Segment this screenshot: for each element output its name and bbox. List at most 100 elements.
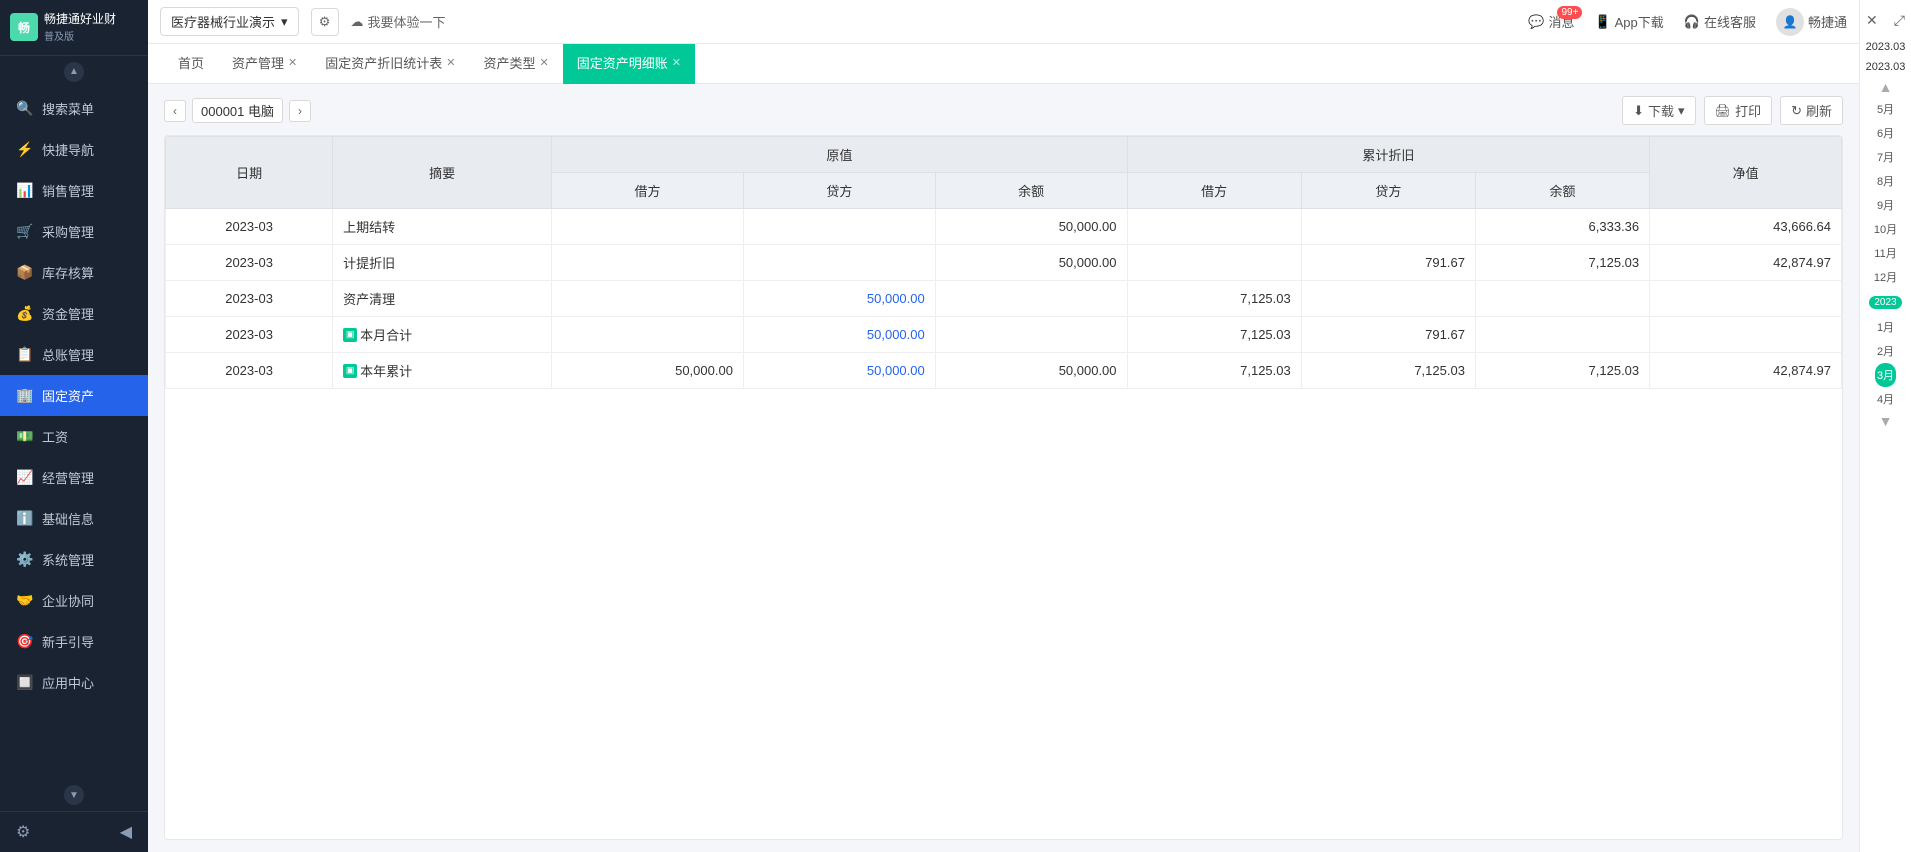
month-scroll-down-icon[interactable]: ▼ <box>1875 409 1897 433</box>
sidebar-item-payroll[interactable]: 💵 工资 <box>0 416 148 457</box>
sidebar-item-ledger[interactable]: 📋 总账管理 <box>0 334 148 375</box>
next-asset-button[interactable]: › <box>289 100 311 122</box>
project-name: 医疗器械行业演示 <box>171 12 275 31</box>
ledger-icon: 📋 <box>16 346 34 363</box>
download-button[interactable]: ⬇ 下载 ▾ <box>1622 96 1695 125</box>
sidebar-item-finance[interactable]: 💰 资金管理 <box>0 293 148 334</box>
next-icon: › <box>298 104 302 118</box>
system-icon: ⚙️ <box>16 551 34 568</box>
asset-code-display: 000001 电脑 <box>192 98 283 123</box>
messages-button[interactable]: 💬 消息 99+ <box>1528 12 1574 31</box>
experience-button[interactable]: ☁ 我要体验一下 <box>351 12 446 31</box>
tab-asset-type[interactable]: 资产类型 ✕ <box>469 44 562 84</box>
month-item[interactable]: 7月 <box>1872 145 1899 169</box>
user-profile-button[interactable]: 👤 畅捷通 <box>1776 8 1847 36</box>
topbar-settings-button[interactable]: ⚙ <box>311 8 339 36</box>
settings-bottom-icon[interactable]: ⚙ <box>16 822 30 842</box>
sidebar-item-guide[interactable]: 🎯 新手引导 <box>0 621 148 662</box>
sidebar-item-purchase[interactable]: 🛒 采购管理 <box>0 211 148 252</box>
sidebar-item-basic-info[interactable]: ℹ️ 基础信息 <box>0 498 148 539</box>
prev-asset-button[interactable]: ‹ <box>164 100 186 122</box>
refresh-button[interactable]: ↻ 刷新 <box>1780 96 1843 125</box>
guide-icon: 🎯 <box>16 633 34 650</box>
month-item[interactable]: 1月 <box>1875 315 1896 339</box>
month-item[interactable]: 12月 <box>1872 265 1899 289</box>
month-item[interactable]: 8月 <box>1872 169 1899 193</box>
collab-icon: 🤝 <box>16 592 34 609</box>
app-download-button[interactable]: 📱 App下载 <box>1594 12 1663 31</box>
tabs-bar: 首页 资产管理 ✕ 固定资产折旧统计表 ✕ 资产类型 ✕ 固定资产明细账 ✕ <box>148 44 1859 84</box>
logo-text: 畅捷通好业财 普及版 <box>44 12 116 43</box>
collapse-sidebar-icon[interactable]: ◀ <box>120 822 132 842</box>
month-item[interactable]: 5月 <box>1872 97 1899 121</box>
sidebar-item-system[interactable]: ⚙️ 系统管理 <box>0 539 148 580</box>
close-tab-asset-mgmt-icon[interactable]: ✕ <box>288 56 297 69</box>
data-table: 日期 摘要 原值 累计折旧 净值 借方 贷方 余额 借方 贷方 余额 <box>164 135 1843 840</box>
content-area: ‹ 000001 电脑 › ⬇ 下载 ▾ 🖨 打印 ↻ <box>148 84 1859 852</box>
months-upper-list: 5月6月7月8月9月10月11月12月 <box>1872 97 1899 289</box>
sidebar-nav: 🔍 搜索菜单 ⚡ 快捷导航 📊 销售管理 🛒 采购管理 📦 库存核算 💰 资金管… <box>0 88 148 779</box>
tag-green-icon: ▣ <box>343 328 357 342</box>
col-sub-orig-debit: 借方 <box>552 173 744 209</box>
tab-asset-detail[interactable]: 固定资产明细账 ✕ <box>563 44 695 84</box>
close-panel-icon[interactable]: ✕ <box>1866 12 1878 29</box>
operations-icon: 📈 <box>16 469 34 486</box>
year-badge[interactable]: 2023 <box>1869 296 1901 309</box>
month-scroll-up-icon[interactable]: ▲ <box>1875 75 1897 99</box>
sidebar-scroll-up[interactable]: ▲ <box>64 62 84 82</box>
sidebar-scroll-down[interactable]: ▼ <box>64 785 84 805</box>
month-item[interactable]: 3月 <box>1875 363 1896 387</box>
sidebar-item-collab[interactable]: 🤝 企业协同 <box>0 580 148 621</box>
print-button[interactable]: 🖨 打印 <box>1704 96 1773 125</box>
month-item[interactable]: 6月 <box>1872 121 1899 145</box>
sidebar-item-operations[interactable]: 📈 经营管理 <box>0 457 148 498</box>
search-icon: 🔍 <box>16 100 34 117</box>
dropdown-arrow-icon: ▾ <box>281 14 288 30</box>
col-sub-accum-debit: 借方 <box>1127 173 1301 209</box>
col-sub-orig-credit: 贷方 <box>743 173 935 209</box>
dropdown-arrow-icon: ▾ <box>1678 103 1685 119</box>
basic-info-icon: ℹ️ <box>16 510 34 527</box>
year-period-label[interactable]: 2023.03 <box>1864 37 1908 57</box>
close-tab-depreciation-icon[interactable]: ✕ <box>446 56 455 69</box>
year-period-label2[interactable]: 2023.03 <box>1864 57 1908 77</box>
expand-panel-icon[interactable]: ⤢ <box>1894 12 1905 29</box>
row-tag: ▣ 本年累计 <box>343 361 412 380</box>
message-icon: 💬 <box>1528 14 1544 30</box>
col-sub-accum-credit: 贷方 <box>1301 173 1475 209</box>
col-header-summary: 摘要 <box>333 137 552 209</box>
sidebar-item-quick-nav[interactable]: ⚡ 快捷导航 <box>0 129 148 170</box>
sales-icon: 📊 <box>16 182 34 199</box>
month-item[interactable]: 4月 <box>1875 387 1896 411</box>
table-row: 2023-03计提折旧50,000.00791.677,125.0342,874… <box>166 245 1842 281</box>
tab-depreciation-stat[interactable]: 固定资产折旧统计表 ✕ <box>311 44 469 84</box>
tab-home[interactable]: 首页 <box>164 44 218 84</box>
close-tab-asset-type-icon[interactable]: ✕ <box>540 56 549 69</box>
main-content: 医疗器械行业演示 ▾ ⚙ ☁ 我要体验一下 💬 消息 99+ 📱 App下载 🎧… <box>148 0 1859 852</box>
col-header-orig-value: 原值 <box>552 137 1127 173</box>
customer-service-button[interactable]: 🎧 在线客服 <box>1684 12 1756 31</box>
sidebar-item-search[interactable]: 🔍 搜索菜单 <box>0 88 148 129</box>
sidebar-item-sales[interactable]: 📊 销售管理 <box>0 170 148 211</box>
month-item[interactable]: 9月 <box>1872 193 1899 217</box>
month-item[interactable]: 2月 <box>1875 339 1896 363</box>
month-item[interactable]: 10月 <box>1872 217 1899 241</box>
service-icon: 🎧 <box>1684 14 1700 30</box>
sidebar-item-apps[interactable]: 🔲 应用中心 <box>0 662 148 703</box>
close-tab-asset-detail-icon[interactable]: ✕ <box>672 56 681 69</box>
content-toolbar: ‹ 000001 电脑 › ⬇ 下载 ▾ 🖨 打印 ↻ <box>164 96 1843 125</box>
col-header-accum-dep: 累计折旧 <box>1127 137 1650 173</box>
tag-green-icon: ▣ <box>343 364 357 378</box>
sidebar-item-inventory[interactable]: 📦 库存核算 <box>0 252 148 293</box>
table-row: 2023-03资产清理50,000.007,125.03 <box>166 281 1842 317</box>
month-item[interactable]: 11月 <box>1872 241 1899 265</box>
table-row: 2023-03▣ 本年累计50,000.0050,000.0050,000.00… <box>166 353 1842 389</box>
table-row: 2023-03上期结转50,000.006,333.3643,666.64 <box>166 209 1842 245</box>
col-header-net-value: 净值 <box>1650 137 1842 209</box>
project-selector[interactable]: 医疗器械行业演示 ▾ <box>160 7 299 36</box>
tab-asset-mgmt[interactable]: 资产管理 ✕ <box>218 44 311 84</box>
sidebar-item-fixed-assets[interactable]: 🏢 固定资产 <box>0 375 148 416</box>
logo-icon: 畅 <box>10 13 38 41</box>
table-row: 2023-03▣ 本月合计50,000.007,125.03791.67 <box>166 317 1842 353</box>
message-badge: 99+ <box>1557 6 1582 19</box>
